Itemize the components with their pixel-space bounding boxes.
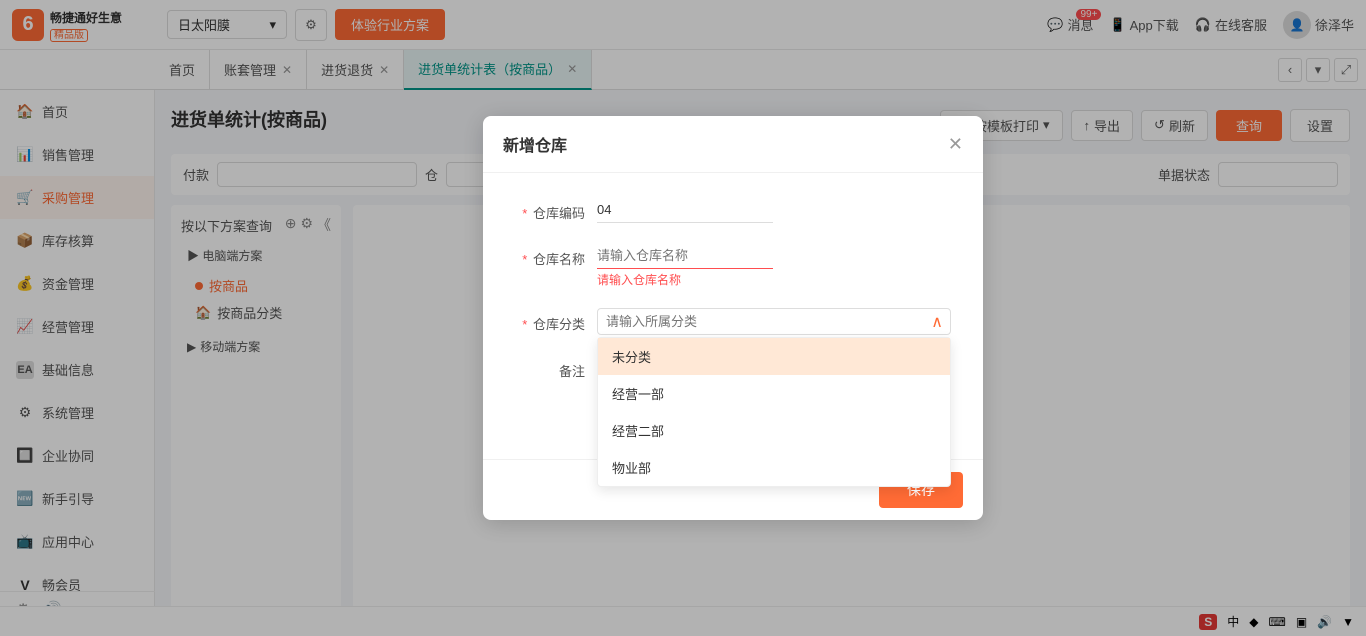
dialog-header: 新增仓库 ✕ xyxy=(483,116,983,173)
dropdown-item-ops2[interactable]: 经营二部 xyxy=(598,412,950,449)
category-dropdown: 未分类 经营一部 经营二部 物业部 xyxy=(597,337,951,487)
dialog-title: 新增仓库 xyxy=(503,132,567,156)
form-row-code: * 仓库编码 xyxy=(515,197,951,223)
form-row-name: * 仓库名称 请输入仓库名称 xyxy=(515,243,951,288)
dropdown-item-ops1[interactable]: 经营一部 xyxy=(598,375,950,412)
category-label: * 仓库分类 xyxy=(515,308,585,333)
remark-label: 备注 xyxy=(515,355,585,380)
category-input[interactable] xyxy=(597,308,951,335)
chevron-up-icon[interactable]: ∧ xyxy=(931,312,943,332)
add-warehouse-dialog: 新增仓库 ✕ * 仓库编码 * 仓库名称 请输入仓库名称 xyxy=(483,116,983,520)
dialog-close-btn[interactable]: ✕ xyxy=(948,134,963,155)
form-row-category: * 仓库分类 ∧ 未分类 经营一部 经营二部 物业部 xyxy=(515,308,951,335)
code-label: * 仓库编码 xyxy=(515,197,585,222)
name-error-msg: 请输入仓库名称 xyxy=(597,271,951,288)
dialog-body: * 仓库编码 * 仓库名称 请输入仓库名称 * 仓库分类 xyxy=(483,173,983,459)
name-label: * 仓库名称 xyxy=(515,243,585,268)
dropdown-item-unclassified[interactable]: 未分类 xyxy=(598,338,950,375)
code-input[interactable] xyxy=(597,197,773,223)
name-input[interactable] xyxy=(597,243,773,269)
category-select-wrapper: ∧ 未分类 经营一部 经营二部 物业部 xyxy=(597,308,951,335)
dropdown-item-property[interactable]: 物业部 xyxy=(598,449,950,486)
